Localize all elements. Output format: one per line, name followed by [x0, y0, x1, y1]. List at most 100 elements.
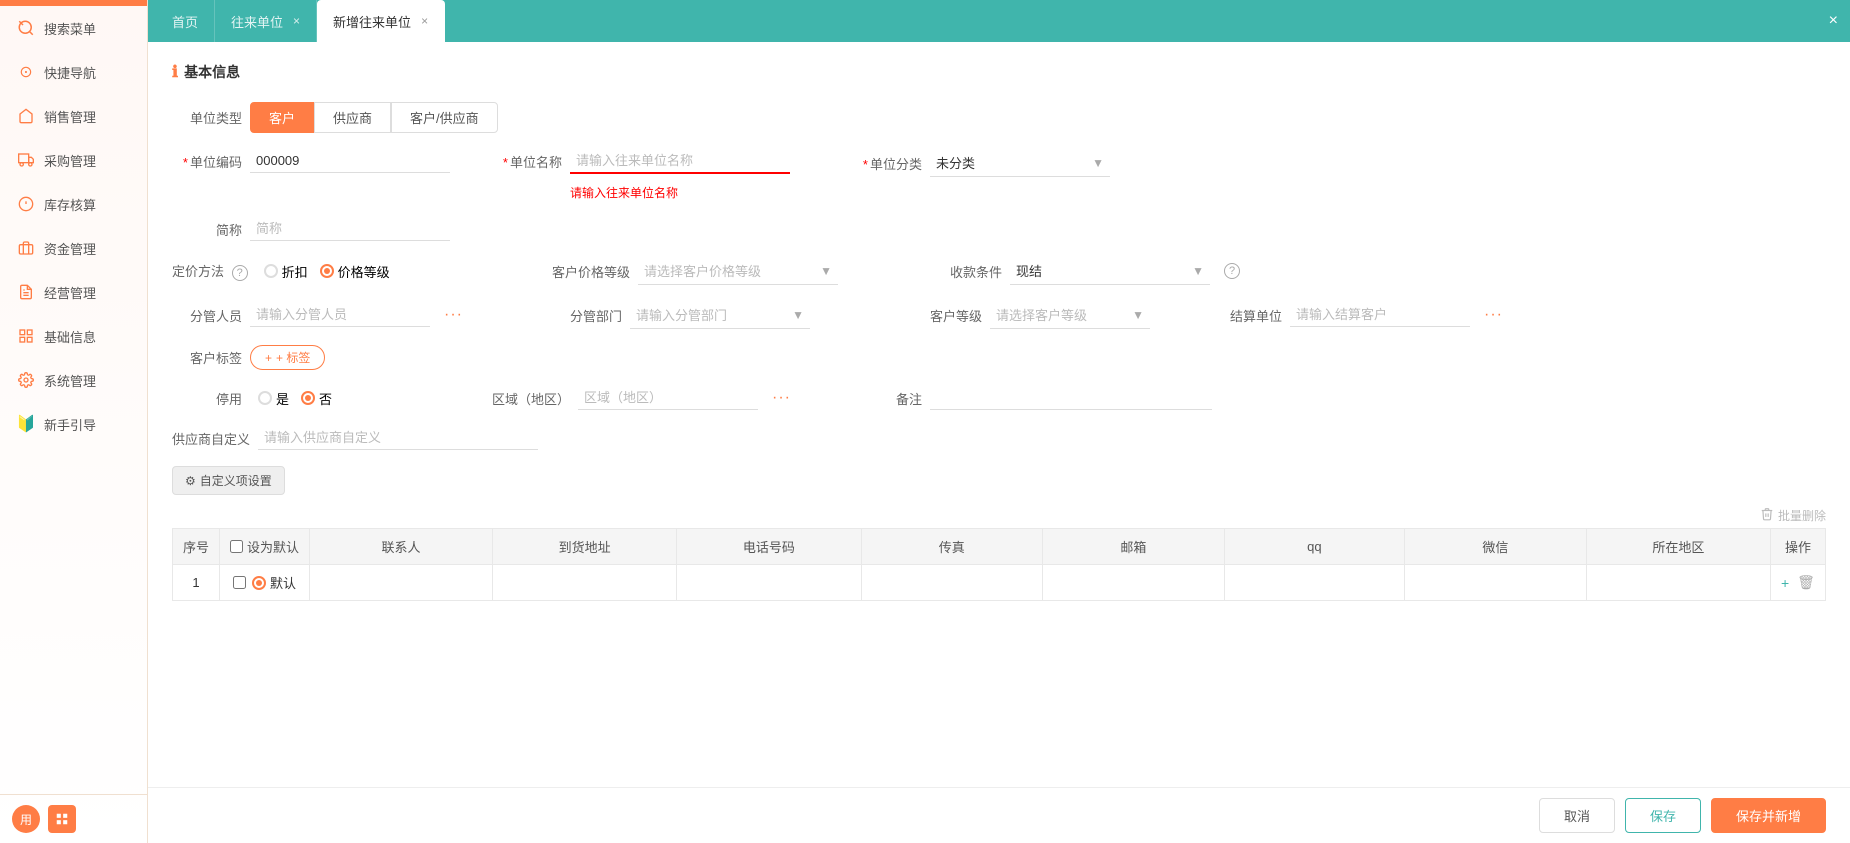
unit-code-required: *	[183, 155, 188, 170]
email-input[interactable]	[1053, 575, 1214, 590]
pricing-radio-discount[interactable]: 折扣	[264, 262, 308, 281]
department-arrow: ▼	[792, 308, 804, 322]
tab-new-partner[interactable]: 新增往来单位 ×	[317, 0, 445, 42]
row-fax[interactable]	[861, 565, 1043, 601]
pricing-help-icon[interactable]: ?	[232, 265, 248, 281]
settlement-unit-label: 结算单位	[1212, 306, 1282, 325]
row-address[interactable]	[492, 565, 676, 601]
type-btn-both[interactable]: 客户/供应商	[391, 102, 498, 133]
manager-input[interactable]	[250, 303, 430, 327]
supplier-custom-input[interactable]	[258, 426, 538, 450]
custom-settings-label: 自定义项设置	[200, 472, 272, 489]
tab-partners-close[interactable]: ×	[293, 14, 300, 28]
sidebar-item-guide-label: 新手引导	[44, 415, 96, 434]
col-seq: 序号	[173, 529, 220, 565]
row-region[interactable]	[1586, 565, 1770, 601]
supplier-custom-label: 供应商自定义	[172, 429, 250, 448]
close-all-button[interactable]: ×	[1829, 12, 1838, 30]
unit-type-row: 单位类型 客户 供应商 客户/供应商	[172, 102, 1826, 133]
content-area: ℹ 基本信息 单位类型 客户 供应商 客户/供应商 *单位编码	[148, 42, 1850, 787]
sidebar-item-operations[interactable]: 经营管理	[0, 270, 147, 314]
sidebar-item-system[interactable]: 系统管理	[0, 358, 147, 402]
customer-level-group: 客户等级 请选择客户等级 ▼	[912, 301, 1212, 329]
remarks-input[interactable]	[930, 386, 1212, 410]
unit-type-label: 单位类型	[172, 108, 242, 127]
tab-new-partner-close[interactable]: ×	[421, 14, 428, 28]
row-contact[interactable]	[310, 565, 493, 601]
cancel-button[interactable]: 取消	[1539, 798, 1615, 833]
customer-price-level-select[interactable]: 请选择客户价格等级 ▼	[638, 257, 838, 285]
delete-row-button[interactable]: 🗑	[1797, 574, 1815, 591]
avatar[interactable]: 用	[12, 805, 40, 833]
save-new-button[interactable]: 保存并新增	[1711, 798, 1826, 833]
address-input[interactable]	[503, 575, 666, 590]
customer-level-select[interactable]: 请选择客户等级 ▼	[990, 301, 1150, 329]
section-basic-info: ℹ 基本信息	[172, 62, 1826, 82]
sidebar-item-sales[interactable]: 销售管理	[0, 94, 147, 138]
tab-partners[interactable]: 往来单位 ×	[215, 0, 317, 42]
sidebar-item-finance[interactable]: 资金管理	[0, 226, 147, 270]
customer-tags-label: 客户标签	[172, 348, 242, 367]
short-name-input[interactable]	[250, 217, 450, 241]
sidebar: 搜索菜单 ⊙ 快捷导航 销售管理 采购管理 库存核算 资金管理 经营管理	[0, 0, 148, 843]
region-input[interactable]	[578, 386, 758, 410]
row-default-radio[interactable]: 默认	[252, 573, 296, 592]
disabled-radio-yes[interactable]: 是	[258, 389, 289, 408]
phone-input[interactable]	[687, 575, 850, 590]
unit-code-input[interactable]	[250, 149, 450, 173]
batch-delete-label[interactable]: 批量删除	[1778, 507, 1826, 524]
sidebar-item-system-label: 系统管理	[44, 371, 96, 390]
sales-icon	[16, 106, 36, 126]
department-select[interactable]: 请输入分管部门 ▼	[630, 301, 810, 329]
unit-code-row: *单位编码 *单位名称 请输入往来单位名称 *单位分类 未分类	[172, 149, 1826, 201]
info-icon: ℹ	[172, 62, 178, 82]
sidebar-item-purchase[interactable]: 采购管理	[0, 138, 147, 182]
row-phone[interactable]	[677, 565, 861, 601]
unit-name-input[interactable]	[570, 149, 790, 174]
manager-group: 分管人员 ···	[172, 303, 552, 327]
gear-icon	[16, 370, 36, 390]
pricing-radio-level[interactable]: 价格等级	[320, 262, 390, 281]
settlement-unit-input[interactable]	[1290, 303, 1470, 327]
customer-tags-row: 客户标签 + + 标签	[172, 345, 1826, 370]
pricing-method-label: 定价方法 ?	[172, 261, 248, 281]
col-qq: qq	[1224, 529, 1404, 565]
fax-input[interactable]	[872, 575, 1033, 590]
customer-price-level-label: 客户价格等级	[552, 262, 630, 281]
settlement-unit-more[interactable]: ···	[1484, 306, 1503, 324]
sidebar-extra-btn[interactable]	[48, 805, 76, 833]
add-tag-button[interactable]: + + 标签	[250, 345, 325, 370]
sidebar-item-guide[interactable]: 🔰 新手引导	[0, 402, 147, 446]
save-button[interactable]: 保存	[1625, 798, 1701, 833]
payment-terms-select[interactable]: 现结 ▼	[1010, 257, 1210, 285]
payment-terms-help-icon[interactable]: ?	[1224, 263, 1240, 279]
sidebar-item-search[interactable]: 搜索菜单	[0, 6, 147, 50]
sidebar-item-operations-label: 经营管理	[44, 283, 96, 302]
remarks-group: 备注	[852, 386, 1212, 410]
disabled-radio-no[interactable]: 否	[301, 389, 332, 408]
manager-more[interactable]: ···	[444, 306, 463, 324]
row-region-input[interactable]	[1597, 575, 1760, 590]
sidebar-item-quick-nav[interactable]: ⊙ 快捷导航	[0, 50, 147, 94]
add-row-button[interactable]: +	[1781, 575, 1789, 591]
col-phone: 电话号码	[677, 529, 861, 565]
row-qq[interactable]	[1224, 565, 1404, 601]
purchase-icon	[16, 150, 36, 170]
type-btn-supplier[interactable]: 供应商	[314, 102, 391, 133]
contact-input[interactable]	[320, 575, 482, 590]
tab-home[interactable]: 首页	[156, 0, 215, 42]
sidebar-item-search-label: 搜索菜单	[44, 19, 96, 38]
type-btn-customer[interactable]: 客户	[250, 102, 314, 133]
select-all-checkbox[interactable]	[230, 540, 243, 553]
sidebar-item-inventory[interactable]: 库存核算	[0, 182, 147, 226]
pricing-discount-label: 折扣	[282, 262, 308, 281]
row-checkbox[interactable]	[233, 576, 246, 589]
unit-category-select[interactable]: 未分类 ▼	[930, 149, 1110, 177]
sidebar-item-basic[interactable]: 基础信息	[0, 314, 147, 358]
custom-settings-button[interactable]: ⚙ 自定义项设置	[172, 466, 285, 495]
row-wechat[interactable]	[1405, 565, 1587, 601]
qq-input[interactable]	[1235, 575, 1394, 590]
row-email[interactable]	[1043, 565, 1225, 601]
region-more[interactable]: ···	[772, 389, 791, 407]
wechat-input[interactable]	[1415, 575, 1576, 590]
